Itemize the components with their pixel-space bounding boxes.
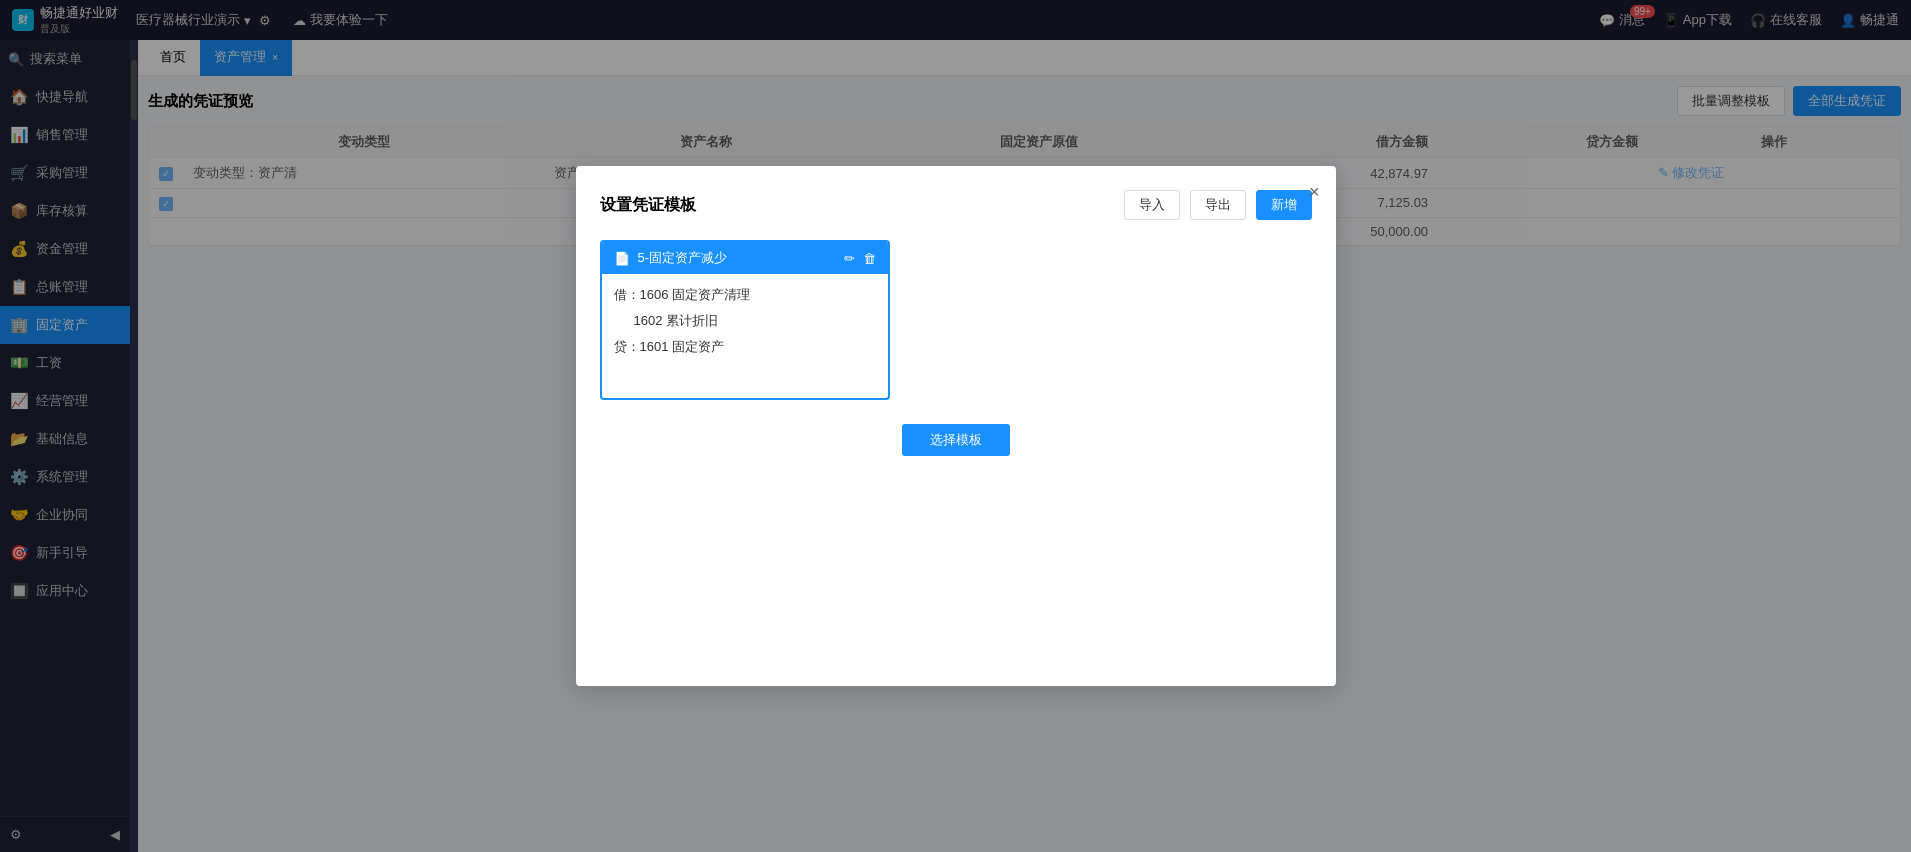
- modal-title: 设置凭证模板: [600, 195, 696, 216]
- template-card-title: 5-固定资产减少: [638, 249, 728, 267]
- template-card: 📄 5-固定资产减少 ✏ 🗑 借：1606 固定资产清理: [600, 240, 890, 400]
- modal-actions: 导入 导出 新增: [1124, 190, 1312, 220]
- content-area: 首页 资产管理 × 生成的凭证预览 批量调整模板 全部生成凭证: [138, 40, 1911, 852]
- template-card-header-actions: ✏ 🗑: [844, 251, 876, 266]
- select-template-btn[interactable]: 选择模板: [902, 424, 1010, 456]
- modal-close-btn[interactable]: ×: [1309, 182, 1320, 203]
- export-btn[interactable]: 导出: [1190, 190, 1246, 220]
- template-card-header: 📄 5-固定资产减少 ✏ 🗑: [602, 242, 888, 274]
- modal-overlay: 设置凭证模板 导入 导出 新增 × 📄 5-固定资产减少: [138, 76, 1911, 852]
- import-btn[interactable]: 导入: [1124, 190, 1180, 220]
- edit-template-icon[interactable]: ✏: [844, 251, 855, 266]
- delete-template-icon[interactable]: 🗑: [863, 251, 876, 266]
- template-card-body: 借：1606 固定资产清理 1602 累计折旧 贷：1601 固定资产: [602, 274, 888, 368]
- template-entry: 1602 累计折旧: [614, 308, 876, 334]
- new-template-btn[interactable]: 新增: [1256, 190, 1312, 220]
- page-content: 生成的凭证预览 批量调整模板 全部生成凭证 变动类型 资产名称 固定资产原值: [138, 76, 1911, 852]
- template-entry: 借：1606 固定资产清理: [614, 282, 876, 308]
- template-card-icon: 📄: [614, 251, 630, 266]
- template-entry: 贷：1601 固定资产: [614, 334, 876, 360]
- modal-set-template: 设置凭证模板 导入 导出 新增 × 📄 5-固定资产减少: [576, 166, 1336, 686]
- modal-header: 设置凭证模板 导入 导出 新增: [600, 190, 1312, 220]
- template-card-footer: [602, 368, 888, 398]
